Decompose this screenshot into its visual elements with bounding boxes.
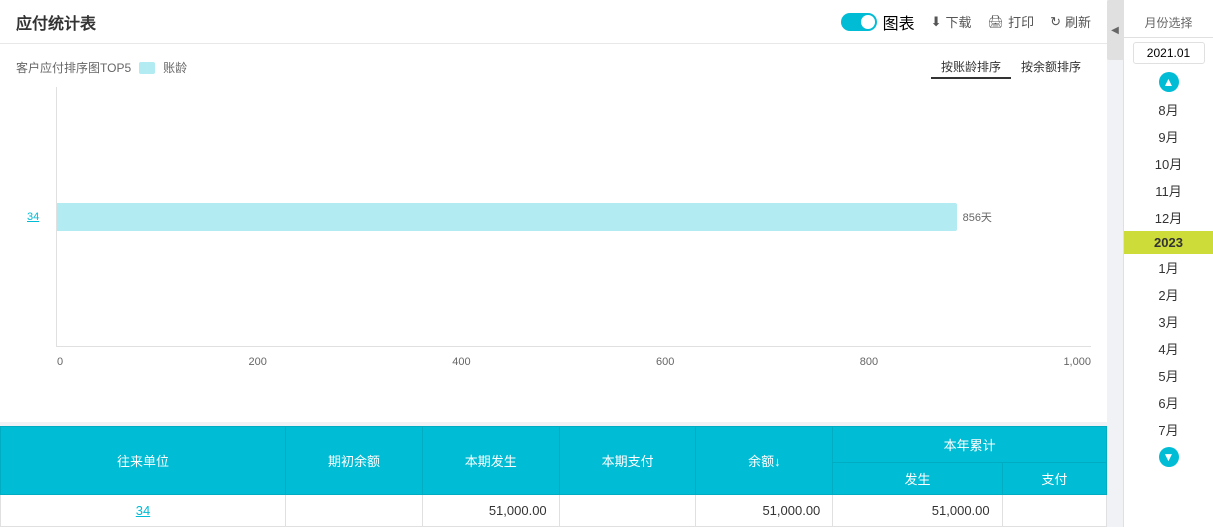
data-table: 往来单位 期初余额 本期发生 本期支付 余额↓ 本年累计 发生 支付 34: [0, 426, 1107, 527]
month-item[interactable]: 11月: [1124, 177, 1213, 204]
col-current-pay-header: 本期支付: [559, 427, 696, 495]
month-item[interactable]: 4月: [1124, 335, 1213, 362]
col-ytd-header: 本年累计: [833, 427, 1107, 463]
download-icon: ⬇: [931, 14, 942, 30]
month-item[interactable]: 7月: [1124, 416, 1213, 443]
col-supplier-header: 往来单位: [1, 427, 286, 495]
x-tick-200: 200: [249, 356, 267, 368]
sort-by-amount-btn[interactable]: 按账龄排序: [931, 56, 1011, 79]
chart-legend: 客户应付排序图TOP5 账龄: [16, 59, 187, 76]
chart-header: 客户应付排序图TOP5 账龄 按账龄排序 按余额排序: [16, 56, 1091, 79]
month-item[interactable]: 8月: [1124, 96, 1213, 123]
main-container: 应付统计表 图表 ⬇ 下载 🖨 打印 ↻ 刷新: [0, 0, 1213, 527]
month-item[interactable]: 10月: [1124, 150, 1213, 177]
x-tick-400: 400: [452, 356, 470, 368]
month-item[interactable]: 9月: [1124, 123, 1213, 150]
chevron-up-icon: ▲: [1163, 75, 1175, 89]
sidebar-prev-btn[interactable]: ▲: [1159, 72, 1179, 92]
col-ytd-pay-header: 支付: [1002, 463, 1106, 495]
x-tick-800: 800: [860, 356, 878, 368]
month-item[interactable]: 2月: [1124, 281, 1213, 308]
col-current-occur-header: 本期发生: [422, 427, 559, 495]
x-tick-0: 0: [57, 356, 63, 368]
sidebar-collapse-btn[interactable]: ◀: [1107, 0, 1123, 60]
print-label: 打印: [1008, 12, 1034, 31]
opening-cell: [286, 495, 423, 527]
balance-cell: 51,000.00: [696, 495, 833, 527]
month-item[interactable]: 3月: [1124, 308, 1213, 335]
header-actions: 图表 ⬇ 下载 🖨 打印 ↻ 刷新: [841, 10, 1091, 34]
refresh-button[interactable]: ↻ 刷新: [1050, 12, 1091, 31]
collapse-icon: ◀: [1111, 25, 1119, 36]
sidebar-next-btn[interactable]: ▼: [1159, 447, 1179, 467]
sort-by-balance-btn[interactable]: 按余额排序: [1011, 56, 1091, 79]
current-occur-cell: 51,000.00: [422, 495, 559, 527]
bar-row: 34 856天: [57, 203, 1091, 231]
bar-fill: [57, 203, 957, 231]
month-item[interactable]: 5月: [1124, 362, 1213, 389]
sidebar: 月份选择 ▲ 8月 9月 10月 11月 12月 2023 1月 2月 3月 4…: [1123, 0, 1213, 527]
bar-right-label: 856天: [963, 209, 992, 225]
bar-left-label[interactable]: 34: [27, 211, 39, 223]
ytd-pay-cell: [1002, 495, 1106, 527]
sidebar-title: 月份选择: [1124, 8, 1213, 38]
year-input[interactable]: [1133, 42, 1205, 64]
chart-area: 34 856天 0 200 400 600 800 1,000: [16, 87, 1091, 367]
content-area: 应付统计表 图表 ⬇ 下载 🖨 打印 ↻ 刷新: [0, 0, 1107, 527]
sort-buttons: 按账龄排序 按余额排序: [931, 56, 1091, 79]
chevron-down-icon: ▼: [1163, 450, 1175, 464]
refresh-label: 刷新: [1065, 12, 1091, 31]
chart-title-text: 客户应付排序图TOP5: [16, 59, 131, 76]
page-title: 应付统计表: [16, 10, 96, 34]
month-item[interactable]: 1月: [1124, 254, 1213, 281]
col-balance-header[interactable]: 余额↓: [696, 427, 833, 495]
month-item[interactable]: 12月: [1124, 204, 1213, 231]
download-label: 下载: [946, 12, 972, 31]
header: 应付统计表 图表 ⬇ 下载 🖨 打印 ↻ 刷新: [0, 0, 1107, 44]
table-header-row-1: 往来单位 期初余额 本期发生 本期支付 余额↓ 本年累计: [1, 427, 1107, 463]
table-section: 往来单位 期初余额 本期发生 本期支付 余额↓ 本年累计 发生 支付 34: [0, 422, 1107, 527]
download-button[interactable]: ⬇ 下载: [931, 12, 972, 31]
col-ytd-occur-header: 发生: [833, 463, 1002, 495]
legend-label: 账龄: [163, 59, 187, 76]
x-tick-1000: 1,000: [1063, 356, 1091, 368]
chart-toggle-label: 图表: [883, 10, 915, 34]
legend-box: [139, 62, 155, 74]
col-opening-header: 期初余额: [286, 427, 423, 495]
chart-section: 客户应付排序图TOP5 账龄 按账龄排序 按余额排序 34 85: [0, 44, 1107, 422]
year-marker[interactable]: 2023: [1124, 231, 1213, 254]
print-icon: 🖨: [988, 14, 1005, 30]
table-row: 34 51,000.00 51,000.00 51,000.00: [1, 495, 1107, 527]
x-tick-600: 600: [656, 356, 674, 368]
chart-toggle[interactable]: [841, 13, 877, 31]
month-item[interactable]: 6月: [1124, 389, 1213, 416]
ytd-occur-cell: 51,000.00: [833, 495, 1002, 527]
chart-toggle-container: 图表: [841, 10, 915, 34]
refresh-icon: ↻: [1050, 14, 1061, 30]
print-button[interactable]: 🖨 打印: [988, 12, 1035, 31]
table-body: 34 51,000.00 51,000.00 51,000.00: [1, 495, 1107, 527]
supplier-cell[interactable]: 34: [1, 495, 286, 527]
current-pay-cell: [559, 495, 696, 527]
x-axis: 0 200 400 600 800 1,000: [57, 356, 1091, 368]
chart-inner: 34 856天 0 200 400 600 800 1,000: [56, 87, 1091, 347]
